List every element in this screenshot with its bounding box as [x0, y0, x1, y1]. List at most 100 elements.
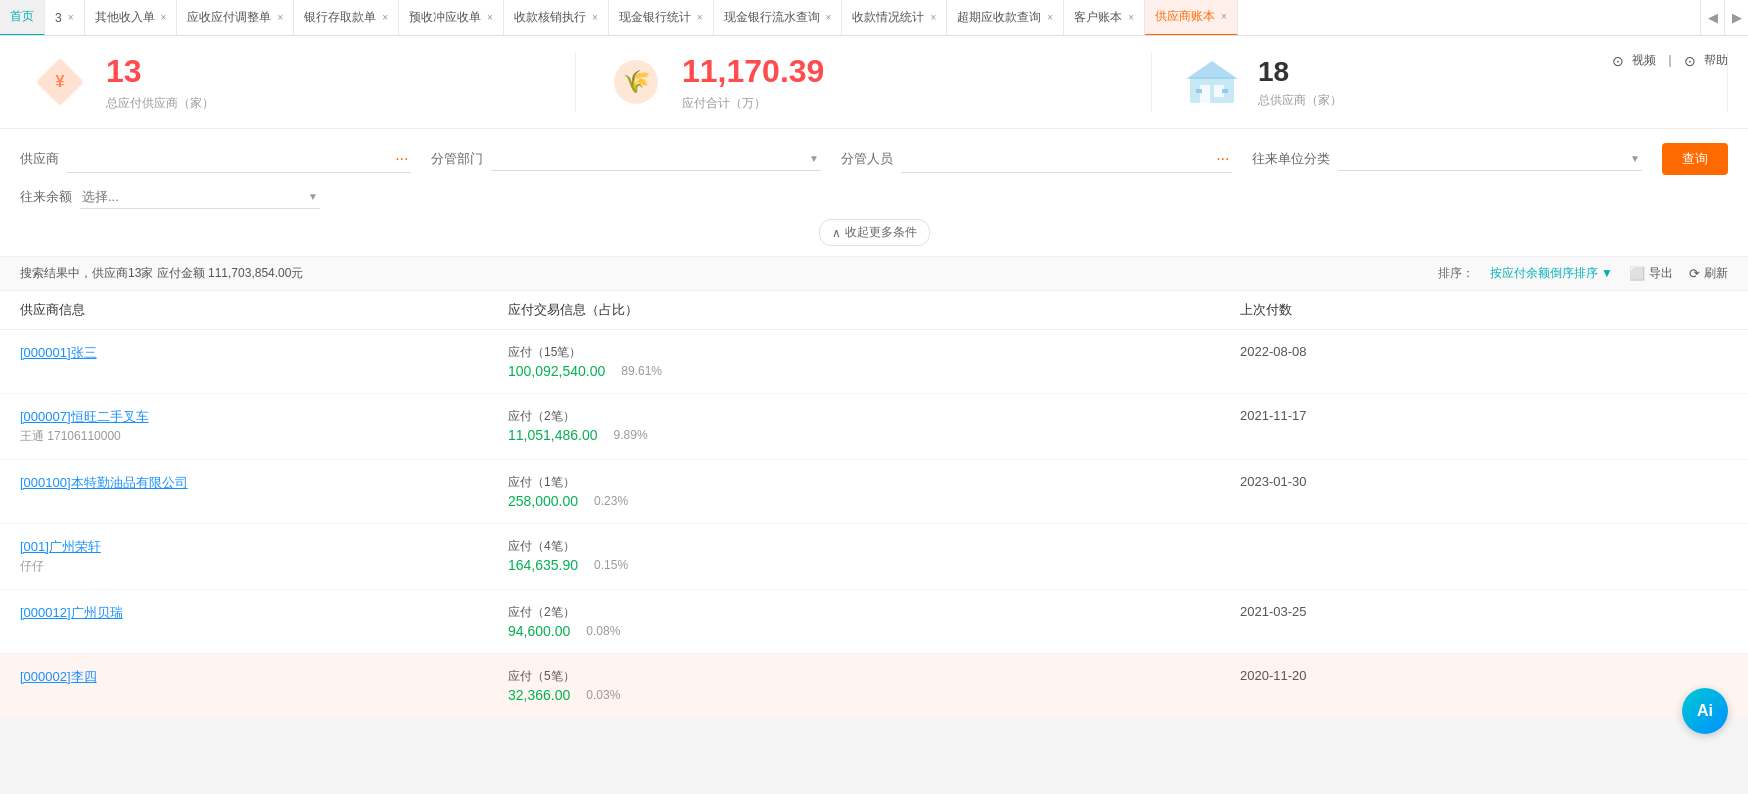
table-row: [000100]本特勤油品有限公司 应付（1笔） 258,000.00 0.23… — [0, 460, 1748, 524]
nav-item-cash-bank-stat-label: 现金银行统计 — [619, 9, 691, 26]
supplier-input-wrap[interactable]: ··· — [67, 146, 411, 173]
supplier-link-4[interactable]: [000012]广州贝瑞 — [20, 605, 123, 620]
export-icon: ⬜ — [1629, 266, 1645, 281]
tx-cell-4: 应付（2笔） 94,600.00 0.08% — [508, 604, 1240, 639]
nav-close-bank-deposit[interactable]: × — [382, 12, 388, 23]
nav-item-payment-verify[interactable]: 收款核销执行 × — [504, 0, 609, 36]
supplier-cell-0: [000001]张三 — [20, 344, 508, 362]
tx-row-3: 164,635.90 0.15% — [508, 557, 1240, 573]
supplier-link-1[interactable]: [000007]恒旺二手叉车 — [20, 409, 149, 424]
nav-close-payment-stat[interactable]: × — [930, 12, 936, 23]
refresh-button[interactable]: ⟳ 刷新 — [1689, 265, 1728, 282]
summary-num-3: 18 — [1258, 55, 1342, 89]
tx-amount-4[interactable]: 94,600.00 — [508, 623, 570, 639]
svg-text:🌾: 🌾 — [623, 68, 651, 95]
nav-close-supplier-ledger[interactable]: × — [1221, 11, 1227, 22]
filter-dept: 分管部门 ▼ — [431, 147, 822, 171]
result-actions: 排序： 按应付余额倒序排序 ▼ ⬜ 导出 ⟳ 刷新 — [1438, 265, 1728, 282]
video-link[interactable]: 视频 — [1632, 52, 1656, 69]
lastpay-cell-5: 2020-11-20 — [1240, 668, 1728, 683]
nav-close-customer-ledger[interactable]: × — [1128, 12, 1134, 23]
sort-label: 排序： — [1438, 265, 1474, 282]
nav-item-payment-stat[interactable]: 收款情况统计 × — [842, 0, 947, 36]
person-label: 分管人员 — [841, 150, 893, 168]
export-button[interactable]: ⬜ 导出 — [1629, 265, 1673, 282]
dept-input-wrap[interactable]: ▼ — [491, 147, 822, 171]
nav-item-overdue-ar[interactable]: 超期应收款查询 × — [947, 0, 1064, 36]
person-input-wrap[interactable]: ··· — [901, 146, 1232, 173]
supplier-link-0[interactable]: [000001]张三 — [20, 345, 97, 360]
tx-amount-3[interactable]: 164,635.90 — [508, 557, 578, 573]
supplier-cell-5: [000002]李四 — [20, 668, 508, 686]
lastpay-cell-0: 2022-08-08 — [1240, 344, 1728, 359]
nav-item-payment-verify-label: 收款核销执行 — [514, 9, 586, 26]
person-input[interactable] — [903, 151, 1216, 166]
dept-chevron-icon: ▼ — [809, 153, 819, 164]
nav-next-arrow[interactable]: ▶ — [1724, 0, 1748, 36]
tx-amount-0[interactable]: 100,092,540.00 — [508, 363, 605, 379]
table-row: [000007]恒旺二手叉车 王通 17106110000 应付（2笔） 11,… — [0, 394, 1748, 460]
nav-item-payment-stat-label: 收款情况统计 — [852, 9, 924, 26]
nav-item-bank-deposit[interactable]: 银行存取款单 × — [294, 0, 399, 36]
supplier-dots-btn[interactable]: ··· — [395, 150, 408, 168]
nav-item-customer-ledger[interactable]: 客户账本 × — [1064, 0, 1145, 36]
category-input[interactable] — [1340, 151, 1631, 166]
nav-item-ar-ap-adjust[interactable]: 应收应付调整单 × — [177, 0, 294, 36]
balance-input-wrap[interactable]: ▼ — [80, 185, 320, 209]
result-summary-text: 搜索结果中，供应商13家 应付金额 111,703,854.00元 — [20, 265, 303, 282]
supplier-input[interactable] — [69, 151, 395, 166]
nav-item-other-income-label: 其他收入单 — [95, 9, 155, 26]
tx-amount-5[interactable]: 32,366.00 — [508, 687, 570, 703]
nav-prev-arrow[interactable]: ◀ — [1700, 0, 1724, 36]
nav-close-tab3[interactable]: × — [68, 12, 74, 23]
nav-item-prepay-ar[interactable]: 预收冲应收单 × — [399, 0, 504, 36]
supplier-cell-2: [000100]本特勤油品有限公司 — [20, 474, 508, 492]
filter-row-2: 往来余额 ▼ — [20, 185, 1728, 209]
balance-input[interactable] — [82, 189, 308, 204]
supplier-cell-4: [000012]广州贝瑞 — [20, 604, 508, 622]
person-dots-btn[interactable]: ··· — [1216, 150, 1229, 168]
nav-close-payment-verify[interactable]: × — [592, 12, 598, 23]
nav-close-cash-flow-query[interactable]: × — [826, 12, 832, 23]
nav-item-customer-ledger-label: 客户账本 — [1074, 9, 1122, 26]
nav-close-overdue-ar[interactable]: × — [1047, 12, 1053, 23]
table-row: [001]广州荣轩 仔仔 应付（4笔） 164,635.90 0.15% — [0, 524, 1748, 590]
col-header-lastpay: 上次付数 — [1240, 301, 1728, 319]
nav-close-cash-bank-stat[interactable]: × — [697, 12, 703, 23]
table-row: [000001]张三 应付（15笔） 100,092,540.00 89.61%… — [0, 330, 1748, 394]
tx-amount-1[interactable]: 11,051,486.00 — [508, 427, 598, 443]
dept-input[interactable] — [493, 151, 810, 166]
summary-label-3: 总供应商（家） — [1258, 92, 1342, 109]
nav-item-supplier-ledger[interactable]: 供应商账本 × — [1145, 0, 1238, 36]
summary-info-2: 11,170.39 应付合计（万） — [682, 52, 824, 111]
last-pay-1: 2021-11-17 — [1240, 408, 1307, 423]
nav-item-tab3[interactable]: 3 × — [45, 0, 85, 36]
nav-item-other-income[interactable]: 其他收入单 × — [85, 0, 178, 36]
tx-row-0: 100,092,540.00 89.61% — [508, 363, 1240, 379]
sort-value[interactable]: 按应付余额倒序排序 ▼ — [1490, 265, 1613, 282]
summary-label-1: 总应付供应商（家） — [106, 95, 214, 112]
nav-item-home[interactable]: 首页 — [0, 0, 45, 36]
nav-close-prepay-ar[interactable]: × — [487, 12, 493, 23]
help-link[interactable]: 帮助 — [1704, 52, 1728, 69]
nav-item-cash-bank-stat[interactable]: 现金银行统计 × — [609, 0, 714, 36]
tx-cell-0: 应付（15笔） 100,092,540.00 89.61% — [508, 344, 1240, 379]
tx-amount-2[interactable]: 258,000.00 — [508, 493, 578, 509]
category-input-wrap[interactable]: ▼ — [1338, 147, 1643, 171]
supplier-link-2[interactable]: [000100]本特勤油品有限公司 — [20, 475, 188, 490]
supplier-link-3[interactable]: [001]广州荣轩 — [20, 539, 101, 554]
balance-chevron-icon: ▼ — [308, 191, 318, 202]
collapse-button[interactable]: ∧ 收起更多条件 — [819, 219, 930, 246]
nav-item-home-label: 首页 — [10, 8, 34, 25]
ai-label: Ai — [1697, 702, 1713, 718]
nav-close-other-income[interactable]: × — [161, 12, 167, 23]
svg-rect-8 — [1196, 89, 1202, 93]
filter-category: 往来单位分类 ▼ — [1252, 147, 1643, 171]
search-button[interactable]: 查询 — [1662, 143, 1728, 175]
collapse-chevron-icon: ∧ — [832, 226, 841, 240]
last-pay-2: 2023-01-30 — [1240, 474, 1307, 489]
supplier-link-5[interactable]: [000002]李四 — [20, 669, 97, 684]
balance-label: 往来余额 — [20, 188, 72, 206]
nav-close-ar-ap-adjust[interactable]: × — [277, 12, 283, 23]
nav-item-cash-flow-query[interactable]: 现金银行流水查询 × — [714, 0, 843, 36]
